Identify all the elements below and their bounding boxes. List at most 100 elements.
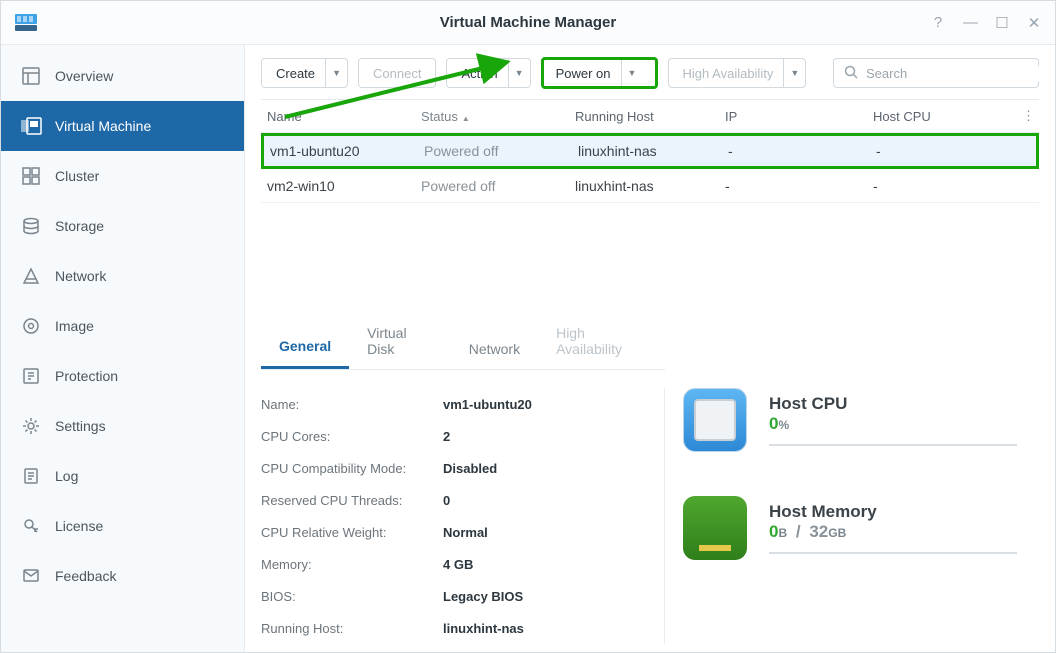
sidebar: Overview Virtual Machine Cluster Storage… — [1, 45, 245, 652]
titlebar: Virtual Machine Manager ? — ☐ ✕ — [1, 1, 1055, 45]
create-button[interactable]: Create ▼ — [261, 58, 348, 88]
table-row[interactable]: vm1-ubuntu20 Powered off linuxhint-nas -… — [261, 133, 1039, 169]
metric-value: 0% — [769, 414, 1017, 434]
maximize-icon[interactable]: ☐ — [995, 14, 1009, 32]
properties-list: Name:vm1-ubuntu20 CPU Cores:2 CPU Compat… — [261, 388, 665, 644]
cpu-icon — [683, 388, 747, 452]
table-row[interactable]: vm2-win10 Powered off linuxhint-nas - - — [261, 169, 1039, 203]
prop-value: 0 — [443, 493, 450, 508]
tab-network[interactable]: Network — [451, 329, 538, 369]
tab-general[interactable]: General — [261, 326, 349, 369]
prop-label: Name: — [261, 397, 443, 412]
network-icon — [21, 267, 41, 285]
prop-label: Reserved CPU Threads: — [261, 493, 443, 508]
search-input[interactable] — [833, 58, 1039, 88]
protection-icon — [21, 367, 41, 385]
sidebar-item-label: Overview — [55, 68, 113, 84]
sidebar-item-label: Log — [55, 468, 78, 484]
log-icon — [21, 467, 41, 485]
vm-table: Name Status▲ Running Host IP Host CPU ⋮ … — [245, 99, 1055, 203]
prop-label: BIOS: — [261, 589, 443, 604]
sidebar-item-label: Protection — [55, 368, 118, 384]
metric-host-memory: Host Memory 0B / 32GB — [683, 496, 1039, 560]
prop-label: CPU Relative Weight: — [261, 525, 443, 540]
prop-value: vm1-ubuntu20 — [443, 397, 532, 412]
app-icon — [15, 14, 37, 32]
tab-high-availability[interactable]: High Availability — [538, 313, 665, 369]
col-name[interactable]: Name — [261, 109, 421, 124]
sidebar-item-overview[interactable]: Overview — [1, 51, 244, 101]
col-cpu[interactable]: Host CPU — [873, 109, 1003, 124]
col-host[interactable]: Running Host — [575, 109, 725, 124]
sidebar-item-storage[interactable]: Storage — [1, 201, 244, 251]
sidebar-item-settings[interactable]: Settings — [1, 401, 244, 451]
col-ip[interactable]: IP — [725, 109, 873, 124]
high-availability-button[interactable]: High Availability ▼ — [668, 58, 807, 88]
caret-down-icon[interactable]: ▼ — [508, 59, 530, 87]
caret-down-icon[interactable]: ▼ — [325, 59, 347, 87]
prop-value: Disabled — [443, 461, 497, 476]
license-icon — [21, 517, 41, 535]
prop-value: Normal — [443, 525, 488, 540]
table-header: Name Status▲ Running Host IP Host CPU ⋮ — [261, 99, 1039, 133]
detail-tabs: General Virtual Disk Network High Availa… — [261, 324, 665, 370]
metric-title: Host Memory — [769, 502, 1017, 522]
sidebar-item-image[interactable]: Image — [1, 301, 244, 351]
connect-button[interactable]: Connect — [358, 58, 436, 88]
close-icon[interactable]: ✕ — [1027, 14, 1041, 32]
sidebar-item-label: Settings — [55, 418, 106, 434]
caret-down-icon[interactable]: ▼ — [783, 59, 805, 87]
prop-value: 2 — [443, 429, 450, 444]
settings-icon — [21, 417, 41, 435]
sidebar-item-label: Cluster — [55, 168, 99, 184]
overview-icon — [21, 67, 41, 85]
sidebar-item-label: License — [55, 518, 103, 534]
window-title: Virtual Machine Manager — [1, 14, 1055, 31]
feedback-icon — [21, 567, 41, 585]
caret-down-icon[interactable]: ▼ — [621, 60, 643, 86]
vm-icon — [21, 118, 41, 134]
sidebar-item-license[interactable]: License — [1, 501, 244, 551]
sidebar-item-label: Network — [55, 268, 106, 284]
metric-title: Host CPU — [769, 394, 1017, 414]
search-icon — [844, 65, 858, 82]
power-on-button[interactable]: Power on ▼ — [541, 57, 658, 89]
prop-label: Memory: — [261, 557, 443, 572]
sidebar-item-feedback[interactable]: Feedback — [1, 551, 244, 601]
metrics-panel: Host CPU 0% Host Memory — [683, 324, 1039, 644]
prop-label: Running Host: — [261, 621, 443, 636]
prop-value: 4 GB — [443, 557, 473, 572]
storage-icon — [21, 217, 41, 235]
sidebar-item-protection[interactable]: Protection — [1, 351, 244, 401]
sidebar-item-label: Feedback — [55, 568, 116, 584]
sidebar-item-label: Storage — [55, 218, 104, 234]
sidebar-item-log[interactable]: Log — [1, 451, 244, 501]
metric-value: 0B / 32GB — [769, 522, 1017, 542]
detail-panel: General Virtual Disk Network High Availa… — [245, 324, 1055, 652]
app-window: Virtual Machine Manager ? — ☐ ✕ Overview… — [0, 0, 1056, 653]
metric-bar — [769, 552, 1017, 554]
image-icon — [21, 317, 41, 335]
metric-bar — [769, 444, 1017, 446]
help-icon[interactable]: ? — [931, 14, 945, 32]
prop-value: linuxhint-nas — [443, 621, 524, 636]
sort-asc-icon: ▲ — [462, 114, 470, 123]
sidebar-item-virtual-machine[interactable]: Virtual Machine — [1, 101, 244, 151]
cluster-icon — [21, 167, 41, 185]
prop-value: Legacy BIOS — [443, 589, 523, 604]
sidebar-item-cluster[interactable]: Cluster — [1, 151, 244, 201]
sidebar-item-label: Virtual Machine — [55, 118, 151, 134]
tab-virtual-disk[interactable]: Virtual Disk — [349, 313, 451, 369]
metric-host-cpu: Host CPU 0% — [683, 388, 1039, 452]
column-menu-icon[interactable]: ⋮ — [1022, 108, 1039, 124]
memory-icon — [683, 496, 747, 560]
prop-label: CPU Compatibility Mode: — [261, 461, 443, 476]
toolbar: Create ▼ Connect Action ▼ Power on ▼ Hig… — [245, 45, 1055, 99]
sidebar-item-label: Image — [55, 318, 94, 334]
prop-label: CPU Cores: — [261, 429, 443, 444]
main-content: Create ▼ Connect Action ▼ Power on ▼ Hig… — [245, 45, 1055, 652]
col-status[interactable]: Status▲ — [421, 109, 575, 124]
action-button[interactable]: Action ▼ — [446, 58, 530, 88]
minimize-icon[interactable]: — — [963, 14, 977, 32]
sidebar-item-network[interactable]: Network — [1, 251, 244, 301]
